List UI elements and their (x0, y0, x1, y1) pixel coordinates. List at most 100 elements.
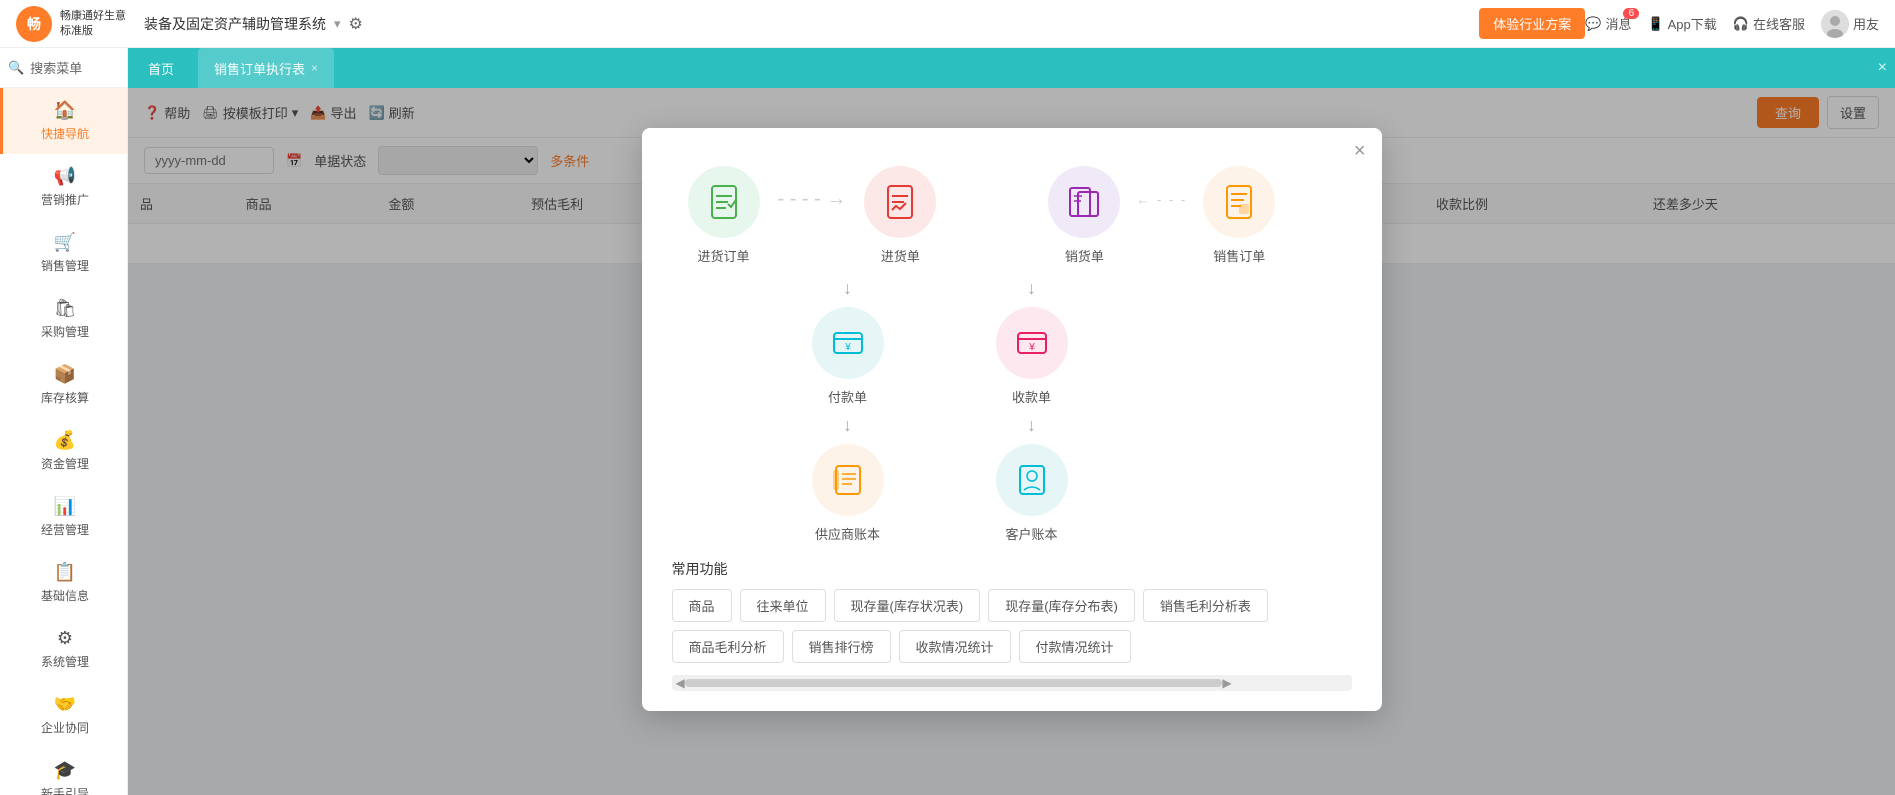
service-icon: 🎧 (1733, 16, 1749, 32)
flow-node-customer-ledger[interactable]: 客户账本 (980, 436, 1084, 551)
system-name: 装备及固定资产辅助管理系统 (144, 14, 326, 34)
receipt-col: ↓ ¥ 收款单 (980, 277, 1084, 551)
sales-bill-label: 销货单 (1065, 246, 1104, 265)
online-service-button[interactable]: 🎧 在线客服 (1733, 14, 1805, 33)
system-title: 装备及固定资产辅助管理系统 ▾ ⚙ (144, 14, 1479, 34)
newbie-icon: 🎓 (54, 760, 76, 781)
message-icon: 💬 (1585, 16, 1601, 32)
flow-node-supplier-ledger[interactable]: 供应商账本 (796, 436, 900, 551)
search-menu[interactable]: 🔍 搜索菜单 (0, 48, 127, 88)
arrow-spacer (776, 277, 796, 551)
scroll-left-icon[interactable]: ◀ (676, 676, 685, 690)
cf-btn-receipt-stat[interactable]: 收款情况统计 (899, 630, 1011, 663)
settings-icon[interactable]: ⚙ (349, 14, 363, 34)
content-area: 首页 销售订单执行表 × × ❓ 帮助 🖨 按模板打印 (128, 48, 1895, 795)
sidebar-item-enterprise[interactable]: 🤝 企业协同 (0, 682, 127, 748)
flow-node-purchase-bill[interactable]: 进货单 (848, 158, 952, 273)
marketing-icon: 📢 (54, 166, 76, 187)
enterprise-icon: 🤝 (54, 694, 76, 715)
arrow-down-customer: ↓ (1027, 416, 1036, 434)
flow-node-sales-bill[interactable]: 销货单 (1032, 158, 1136, 273)
message-button[interactable]: 💬 消息 6 (1585, 14, 1631, 33)
sidebar-item-operations[interactable]: 📊 经营管理 (0, 484, 127, 550)
supplier-ledger-label: 供应商账本 (815, 524, 880, 543)
top-right-actions: 💬 消息 6 📱 App下载 🎧 在线客服 用友 (1585, 10, 1879, 38)
quick-nav-icon: 🏠 (54, 100, 76, 121)
app-download-button[interactable]: 📱 App下载 (1647, 14, 1716, 33)
sidebar-item-inventory[interactable]: 📦 库存核算 (0, 352, 127, 418)
logo-icon: 畅 (16, 6, 52, 42)
sidebar-item-purchase[interactable]: 🛍 采购管理 (0, 286, 127, 352)
common-functions: 常用功能 商品 往来单位 现存量(库存状况表) 现存量(库存分布表) 销售毛利分… (672, 559, 1352, 663)
cf-btn-inventory-status[interactable]: 现存量(库存状况表) (834, 589, 981, 622)
common-functions-buttons: 商品 往来单位 现存量(库存状况表) 现存量(库存分布表) 销售毛利分析表 商品… (672, 589, 1352, 663)
customer-ledger-icon (996, 444, 1068, 516)
sidebar-item-sales[interactable]: 🛒 销售管理 (0, 220, 127, 286)
svg-text:¥: ¥ (844, 342, 851, 353)
flow-node-sales-order[interactable]: 销售订单 (1187, 158, 1291, 273)
arrow-down-payment: ↓ (843, 279, 852, 297)
flow-node-receipt[interactable]: ¥ 收款单 (980, 299, 1084, 414)
common-functions-title: 常用功能 (672, 559, 1352, 579)
cf-btn-payment-stat[interactable]: 付款情况统计 (1019, 630, 1131, 663)
user-menu[interactable]: 用友 (1821, 10, 1879, 38)
system-dropdown-icon[interactable]: ▾ (334, 16, 341, 32)
cf-btn-product-profit[interactable]: 商品毛利分析 (672, 630, 784, 663)
supplier-ledger-icon (812, 444, 884, 516)
sidebar-item-newbie[interactable]: 🎓 新手引导 (0, 748, 127, 795)
sidebar-item-marketing[interactable]: 📢 营销推广 (0, 154, 127, 220)
logo-area: 畅 畅康通好生意 标准版 (16, 6, 144, 42)
payment-icon: ¥ (812, 307, 884, 379)
tab-end-close-icon[interactable]: × (1878, 59, 1887, 77)
purchase-icon: 🛍 (54, 298, 77, 319)
cf-btn-inventory-dist[interactable]: 现存量(库存分布表) (988, 589, 1135, 622)
popup-scrollbar[interactable]: ◀ ▶ (672, 675, 1352, 691)
sales-bill-icon (1048, 166, 1120, 238)
sidebar-item-system[interactable]: ⚙ 系统管理 (0, 616, 127, 682)
svg-text:畅: 畅 (27, 16, 41, 32)
search-icon: 🔍 (8, 60, 24, 76)
sales-order-label: 销售订单 (1213, 246, 1265, 265)
scroll-right-icon[interactable]: ▶ (1222, 676, 1231, 690)
sidebar-item-finance[interactable]: 💰 资金管理 (0, 418, 127, 484)
flow-node-payment[interactable]: ¥ 付款单 (796, 299, 900, 414)
cf-btn-sales-ranking[interactable]: 销售排行榜 (792, 630, 891, 663)
main-area: 🔍 搜索菜单 🏠 快捷导航 📢 营销推广 🛒 销售管理 🛍 采购管理 📦 (0, 48, 1895, 795)
payment-col: ↓ ¥ 付款单 (796, 277, 900, 551)
logo-text: 畅康通好生意 标准版 (60, 9, 126, 38)
cf-btn-counterpart[interactable]: 往来单位 (740, 589, 826, 622)
cf-btn-sales-profit[interactable]: 销售毛利分析表 (1143, 589, 1268, 622)
download-icon: 📱 (1647, 16, 1663, 32)
purchase-bill-col (672, 277, 776, 551)
customer-ledger-label: 客户账本 (1005, 524, 1057, 543)
trial-button[interactable]: 体验行业方案 (1479, 8, 1585, 39)
finance-icon: 💰 (54, 430, 76, 451)
top-bar: 畅 畅康通好生意 标准版 装备及固定资产辅助管理系统 ▾ ⚙ 体验行业方案 💬 … (0, 0, 1895, 48)
flow-node-purchase-order[interactable]: 进货订单 (672, 158, 776, 273)
base-info-icon: 📋 (54, 562, 76, 583)
sales-icon: 🛒 (54, 232, 76, 253)
receipt-icon: ¥ (996, 307, 1068, 379)
tab-sales-order[interactable]: 销售订单执行表 × (198, 48, 334, 88)
tab-bar: 首页 销售订单执行表 × × (128, 48, 1895, 88)
sales-order-icon (1203, 166, 1275, 238)
sidebar-item-quick-nav[interactable]: 🏠 快捷导航 (0, 88, 127, 154)
sidebar-item-base-info[interactable]: 📋 基础信息 (0, 550, 127, 616)
arrow-sales-order-to-bill: ← - - - (1136, 192, 1187, 239)
tab-close-icon[interactable]: × (311, 61, 318, 75)
popup-overlay: × (128, 88, 1895, 795)
operations-icon: 📊 (54, 496, 76, 517)
flow-spacer-2 (900, 277, 980, 551)
purchase-order-label: 进货订单 (697, 246, 749, 265)
scroll-bar-area: ◀ ▶ (672, 675, 1352, 691)
arrow-down-receipt: ↓ (1027, 279, 1036, 297)
svg-text:¥: ¥ (1028, 342, 1035, 353)
tab-home[interactable]: 首页 (128, 48, 194, 88)
purchase-order-icon (688, 166, 760, 238)
page-content: ❓ 帮助 🖨 按模板打印 ▾ 📤 导出 🔄 刷新 (128, 88, 1895, 795)
message-badge: 6 (1623, 8, 1639, 19)
popup-close-button[interactable]: × (1354, 140, 1366, 163)
flow-row-1: 进货订单 - - - - → (672, 158, 1352, 273)
scroll-thumb[interactable] (685, 679, 1223, 687)
cf-btn-product[interactable]: 商品 (672, 589, 732, 622)
